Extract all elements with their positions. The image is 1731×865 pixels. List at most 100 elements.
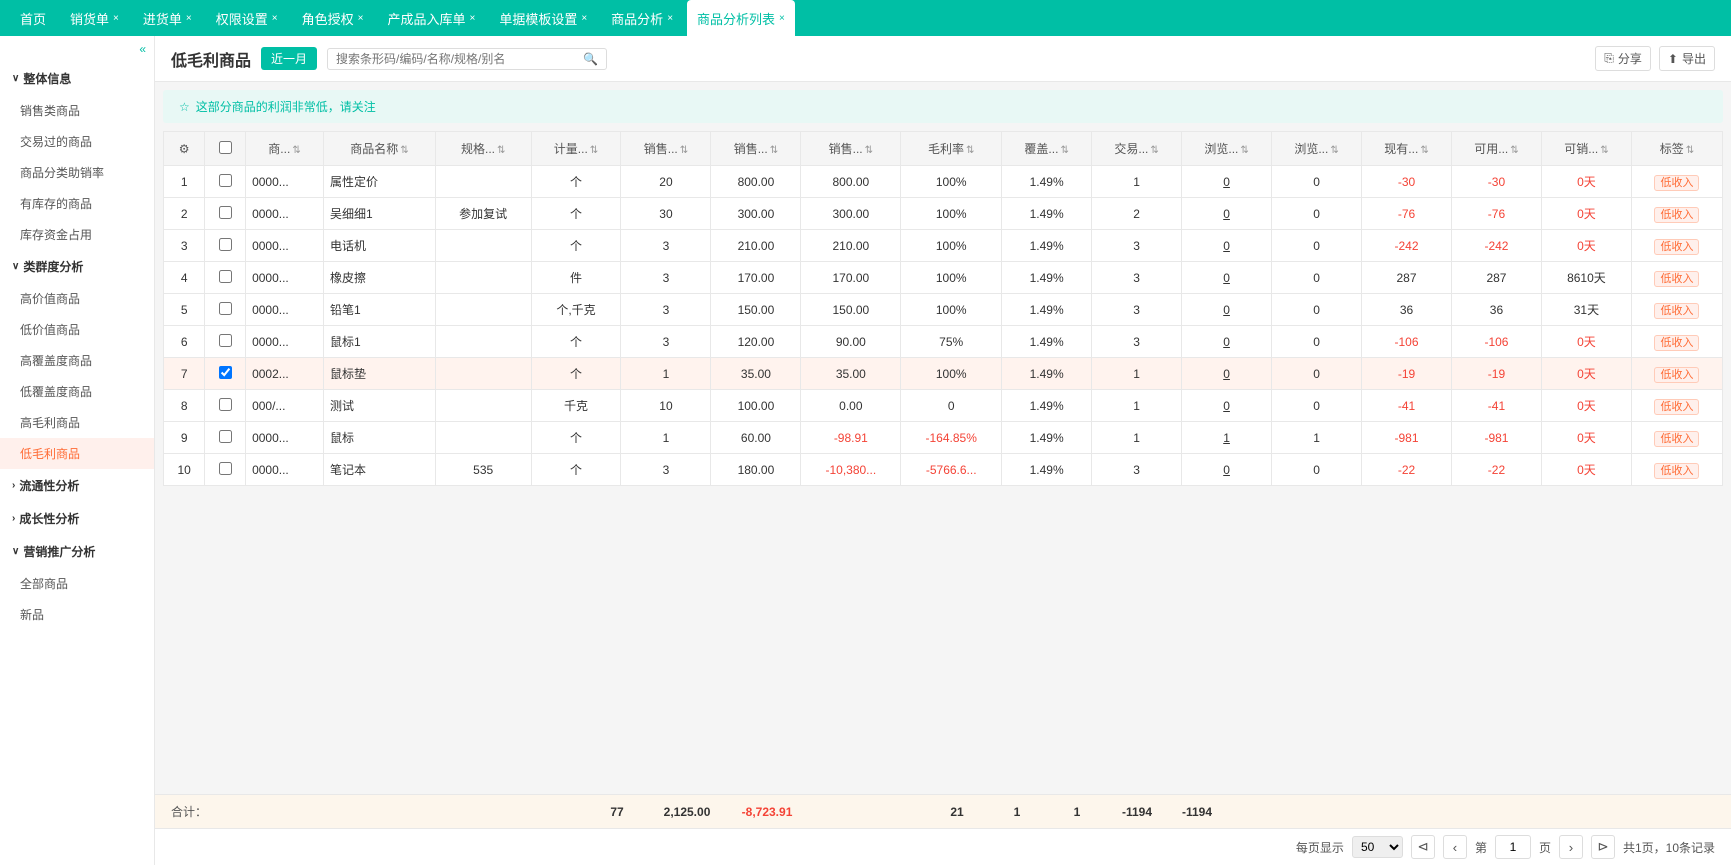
per-page-select[interactable]: 102050100 — [1352, 836, 1403, 858]
cell-tag[interactable]: 低收入 — [1631, 262, 1722, 294]
sidebar-group-营销推广分析[interactable]: ∨营销推广分析 — [0, 535, 154, 568]
sidebar-group-类群度分析[interactable]: ∨类群度分析 — [0, 250, 154, 283]
nav-item-商品分析[interactable]: 商品分析 × — [601, 0, 683, 36]
nav-item-销货单[interactable]: 销货单 × — [60, 0, 129, 36]
row-checkbox[interactable] — [219, 462, 232, 475]
close-icon[interactable]: × — [186, 13, 192, 24]
nav-item-单据模板设置[interactable]: 单据模板设置 × — [489, 0, 597, 36]
close-icon[interactable]: × — [581, 13, 587, 24]
row-checkbox[interactable] — [219, 398, 232, 411]
close-icon[interactable]: × — [113, 13, 119, 24]
table-header-spec[interactable]: 规格...⇅ — [435, 132, 531, 166]
prev-page-btn[interactable]: ‹ — [1443, 835, 1467, 859]
view-link[interactable]: 0 — [1223, 175, 1230, 189]
cell-views1[interactable]: 0 — [1182, 262, 1272, 294]
sidebar-collapse-btn[interactable]: « — [0, 36, 154, 62]
table-header-views2[interactable]: 浏览...⇅ — [1272, 132, 1362, 166]
sidebar-item-低价值商品[interactable]: 低价值商品 — [0, 314, 154, 345]
sidebar-item-库存资金占用[interactable]: 库存资金占用 — [0, 219, 154, 250]
last-page-btn[interactable]: ⊳ — [1591, 835, 1615, 859]
search-icon[interactable]: 🔍 — [583, 52, 598, 66]
table-header-name[interactable]: 商品名称⇅ — [323, 132, 435, 166]
view-link[interactable]: 0 — [1223, 335, 1230, 349]
select-all-checkbox[interactable] — [219, 141, 232, 154]
cell-tag[interactable]: 低收入 — [1631, 358, 1722, 390]
sidebar-item-低覆盖度商品[interactable]: 低覆盖度商品 — [0, 376, 154, 407]
next-page-btn[interactable]: › — [1559, 835, 1583, 859]
row-checkbox[interactable] — [219, 206, 232, 219]
share-button[interactable]: ⎘ 分享 — [1595, 46, 1651, 71]
first-page-btn[interactable]: ⊲ — [1411, 835, 1435, 859]
sidebar-item-交易过的商品[interactable]: 交易过的商品 — [0, 126, 154, 157]
close-icon[interactable]: × — [469, 13, 475, 24]
row-checkbox[interactable] — [219, 302, 232, 315]
page-input[interactable] — [1495, 835, 1531, 859]
cell-views1[interactable]: 0 — [1182, 230, 1272, 262]
sidebar-item-商品分类助销率[interactable]: 商品分类助销率 — [0, 157, 154, 188]
sidebar-item-全部商品[interactable]: 全部商品 — [0, 568, 154, 599]
view-link[interactable]: 0 — [1223, 367, 1230, 381]
sidebar-item-销售类商品[interactable]: 销售类商品 — [0, 95, 154, 126]
sidebar-item-高覆盖度商品[interactable]: 高覆盖度商品 — [0, 345, 154, 376]
view-link[interactable]: 0 — [1223, 239, 1230, 253]
table-header-unit[interactable]: 计量...⇅ — [531, 132, 621, 166]
sidebar-item-低毛利商品[interactable]: 低毛利商品 — [0, 438, 154, 469]
table-header-tag[interactable]: 标签⇅ — [1631, 132, 1722, 166]
cell-views1[interactable]: 0 — [1182, 390, 1272, 422]
table-header-coverage[interactable]: 覆盖...⇅ — [1002, 132, 1092, 166]
row-checkbox[interactable] — [219, 238, 232, 251]
view-link[interactable]: 0 — [1223, 303, 1230, 317]
table-header-transactions[interactable]: 交易...⇅ — [1092, 132, 1182, 166]
view-link[interactable]: 0 — [1223, 399, 1230, 413]
sidebar-group-整体信息[interactable]: ∨整体信息 — [0, 62, 154, 95]
cell-views1[interactable]: 0 — [1182, 358, 1272, 390]
cell-tag[interactable]: 低收入 — [1631, 454, 1722, 486]
nav-item-权限设置[interactable]: 权限设置 × — [206, 0, 288, 36]
sidebar-group-流通性分析[interactable]: ›流通性分析 — [0, 469, 154, 502]
search-input[interactable] — [336, 52, 583, 66]
row-checkbox[interactable] — [219, 270, 232, 283]
sidebar-item-有库存的商品[interactable]: 有库存的商品 — [0, 188, 154, 219]
cell-views1[interactable]: 0 — [1182, 326, 1272, 358]
cell-views1[interactable]: 0 — [1182, 166, 1272, 198]
view-link[interactable]: 0 — [1223, 463, 1230, 477]
export-button[interactable]: ⬆ 导出 — [1659, 46, 1715, 71]
cell-views1[interactable]: 0 — [1182, 454, 1272, 486]
table-header-sales_cost[interactable]: 销售...⇅ — [801, 132, 901, 166]
row-checkbox[interactable] — [219, 174, 232, 187]
row-checkbox[interactable] — [219, 366, 232, 379]
close-icon[interactable]: × — [272, 13, 278, 24]
settings-icon[interactable]: ⚙ — [179, 142, 190, 156]
filter-btn[interactable]: 近一月 — [261, 47, 317, 70]
sidebar-item-新品[interactable]: 新品 — [0, 599, 154, 630]
cell-views1[interactable]: 0 — [1182, 294, 1272, 326]
table-header-views1[interactable]: 浏览...⇅ — [1182, 132, 1272, 166]
cell-tag[interactable]: 低收入 — [1631, 326, 1722, 358]
cell-tag[interactable]: 低收入 — [1631, 198, 1722, 230]
table-header-sellable_days[interactable]: 可销...⇅ — [1541, 132, 1631, 166]
cell-tag[interactable]: 低收入 — [1631, 294, 1722, 326]
table-header-current_stock[interactable]: 现有...⇅ — [1362, 132, 1452, 166]
table-header-sales_qty[interactable]: 销售...⇅ — [621, 132, 711, 166]
nav-item-商品分析列表[interactable]: 商品分析列表 × — [687, 0, 795, 36]
cell-views1[interactable]: 0 — [1182, 198, 1272, 230]
view-link[interactable]: 0 — [1223, 207, 1230, 221]
close-icon[interactable]: × — [667, 13, 673, 24]
cell-tag[interactable]: 低收入 — [1631, 422, 1722, 454]
sidebar-item-高价值商品[interactable]: 高价值商品 — [0, 283, 154, 314]
close-icon[interactable]: × — [779, 13, 785, 24]
nav-item-角色授权[interactable]: 角色授权 × — [292, 0, 374, 36]
close-icon[interactable]: × — [358, 13, 364, 24]
table-header-gross_rate[interactable]: 毛利率⇅ — [901, 132, 1002, 166]
sidebar-item-高毛利商品[interactable]: 高毛利商品 — [0, 407, 154, 438]
table-header-available_stock[interactable]: 可用...⇅ — [1451, 132, 1541, 166]
view-link[interactable]: 0 — [1223, 271, 1230, 285]
sidebar-group-成长性分析[interactable]: ›成长性分析 — [0, 502, 154, 535]
nav-item-产成品入库单[interactable]: 产成品入库单 × — [377, 0, 485, 36]
row-checkbox[interactable] — [219, 334, 232, 347]
nav-item-首页[interactable]: 首页 — [10, 0, 56, 36]
cell-views1[interactable]: 1 — [1182, 422, 1272, 454]
nav-item-进货单[interactable]: 进货单 × — [133, 0, 202, 36]
table-header-code[interactable]: 商...⇅ — [246, 132, 324, 166]
cell-tag[interactable]: 低收入 — [1631, 230, 1722, 262]
